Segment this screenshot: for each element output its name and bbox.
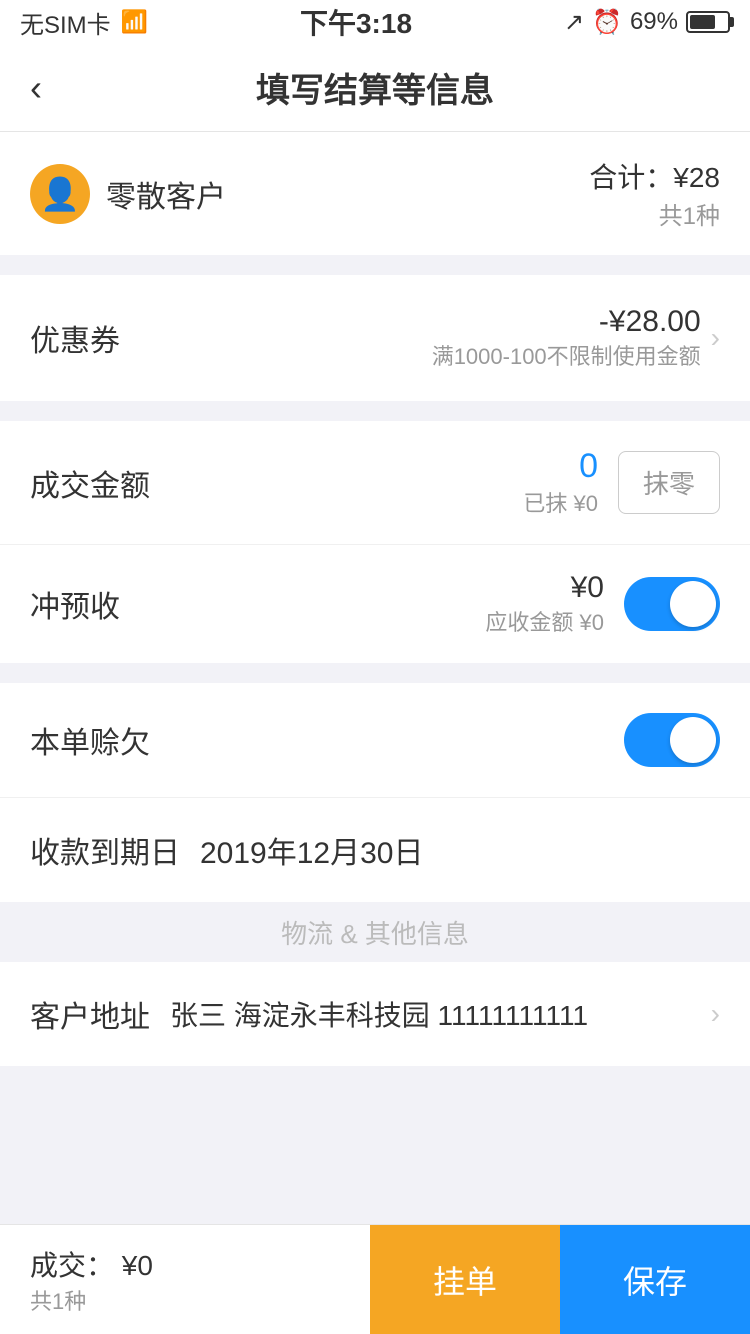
prepay-row: 冲预收 ¥0 应收金额 ¥0: [0, 545, 750, 663]
nav-bar: ‹ 填写结算等信息: [0, 44, 750, 132]
wifi-icon: 📶: [121, 9, 148, 35]
coupon-right: -¥28.00 满1000-100不限制使用金额 ›: [432, 305, 720, 371]
battery-icon: [686, 11, 730, 33]
coupon-discount: -¥28.00: [432, 305, 701, 339]
debt-toggle[interactable]: [624, 713, 720, 767]
separator-2: [0, 401, 750, 421]
coupon-desc: 满1000-100不限制使用金额: [432, 339, 701, 371]
coupon-label: 优惠券: [30, 316, 120, 360]
debt-row: 本单赊欠: [0, 683, 750, 798]
logistics-separator: 物流 & 其他信息: [0, 902, 750, 962]
due-date-value: 2019年12月30日: [200, 828, 423, 872]
save-button[interactable]: 保存: [560, 1225, 750, 1334]
prepay-amount: ¥0: [485, 571, 604, 605]
avatar: 👤: [30, 164, 90, 224]
customer-total: 合计：¥28: [589, 156, 720, 196]
location-icon: ↗: [564, 8, 584, 37]
address-section[interactable]: 客户地址 张三 海淀永丰科技园 11111111111 ›: [0, 962, 750, 1066]
status-time: 下午3:18: [300, 2, 412, 42]
battery-percent: 69%: [630, 8, 678, 36]
back-button[interactable]: ‹: [30, 67, 42, 109]
coupon-info: -¥28.00 满1000-100不限制使用金额: [432, 305, 701, 371]
customer-name: 零散客户: [106, 172, 226, 216]
carrier-text: 无SIM卡: [20, 5, 111, 40]
transaction-label: 成交金额: [30, 461, 150, 505]
status-bar: 无SIM卡 📶 下午3:18 ↗ ⏰ 69%: [0, 0, 750, 44]
customer-count: 共1种: [589, 196, 720, 231]
debt-label: 本单赊欠: [30, 718, 150, 762]
separator-1: [0, 255, 750, 275]
customer-right: 合计：¥28 共1种: [589, 156, 720, 231]
logistics-label: 物流 & 其他信息: [281, 914, 469, 951]
status-left: 无SIM卡 📶: [20, 5, 148, 40]
transaction-value-group: 0 已抹 ¥0: [523, 447, 598, 518]
status-right: ↗ ⏰ 69%: [564, 8, 730, 37]
bottom-bar: 成交： ¥0 共1种 挂单 保存: [0, 1224, 750, 1334]
bottom-summary: 成交： ¥0 共1种: [0, 1225, 370, 1334]
address-chevron-icon: ›: [711, 998, 720, 1030]
bottom-summary-line1: 成交： ¥0: [30, 1244, 340, 1284]
transaction-sub: 已抹 ¥0: [523, 486, 598, 518]
page-title: 填写结算等信息: [256, 63, 494, 112]
chevron-right-icon: ›: [711, 322, 720, 354]
customer-section: 👤 零散客户 合计：¥28 共1种: [0, 132, 750, 255]
address-value: 张三 海淀永丰科技园 11111111111: [170, 994, 711, 1034]
round-zero-button[interactable]: 抹零: [618, 451, 720, 514]
separator-3: [0, 663, 750, 683]
transaction-section: 成交金额 0 已抹 ¥0 抹零 冲预收 ¥0 应收金额 ¥0: [0, 421, 750, 663]
due-date-label: 收款到期日: [30, 828, 180, 872]
prepay-sub: 应收金额 ¥0: [485, 605, 604, 637]
bottom-summary-line2: 共1种: [30, 1284, 340, 1316]
debt-section: 本单赊欠 收款到期日 2019年12月30日: [0, 683, 750, 902]
transaction-amount: 0: [523, 447, 598, 486]
due-date-row: 收款到期日 2019年12月30日: [0, 798, 750, 902]
transaction-right: 0 已抹 ¥0 抹零: [523, 447, 720, 518]
prepay-label: 冲预收: [30, 582, 120, 626]
transaction-row: 成交金额 0 已抹 ¥0 抹零: [0, 421, 750, 545]
hold-button[interactable]: 挂单: [370, 1225, 560, 1334]
address-key: 客户地址: [30, 992, 150, 1036]
coupon-section[interactable]: 优惠券 -¥28.00 满1000-100不限制使用金额 ›: [0, 275, 750, 401]
toggle-knob: [670, 581, 716, 627]
alarm-icon: ⏰: [592, 8, 622, 37]
prepay-toggle[interactable]: [624, 577, 720, 631]
debt-toggle-knob: [670, 717, 716, 763]
prepay-value-group: ¥0 应收金额 ¥0: [485, 571, 604, 637]
content: 👤 零散客户 合计：¥28 共1种 优惠券 -¥28.00 满1000-100不…: [0, 132, 750, 1186]
customer-left: 👤 零散客户: [30, 164, 226, 224]
prepay-right: ¥0 应收金额 ¥0: [485, 571, 720, 637]
